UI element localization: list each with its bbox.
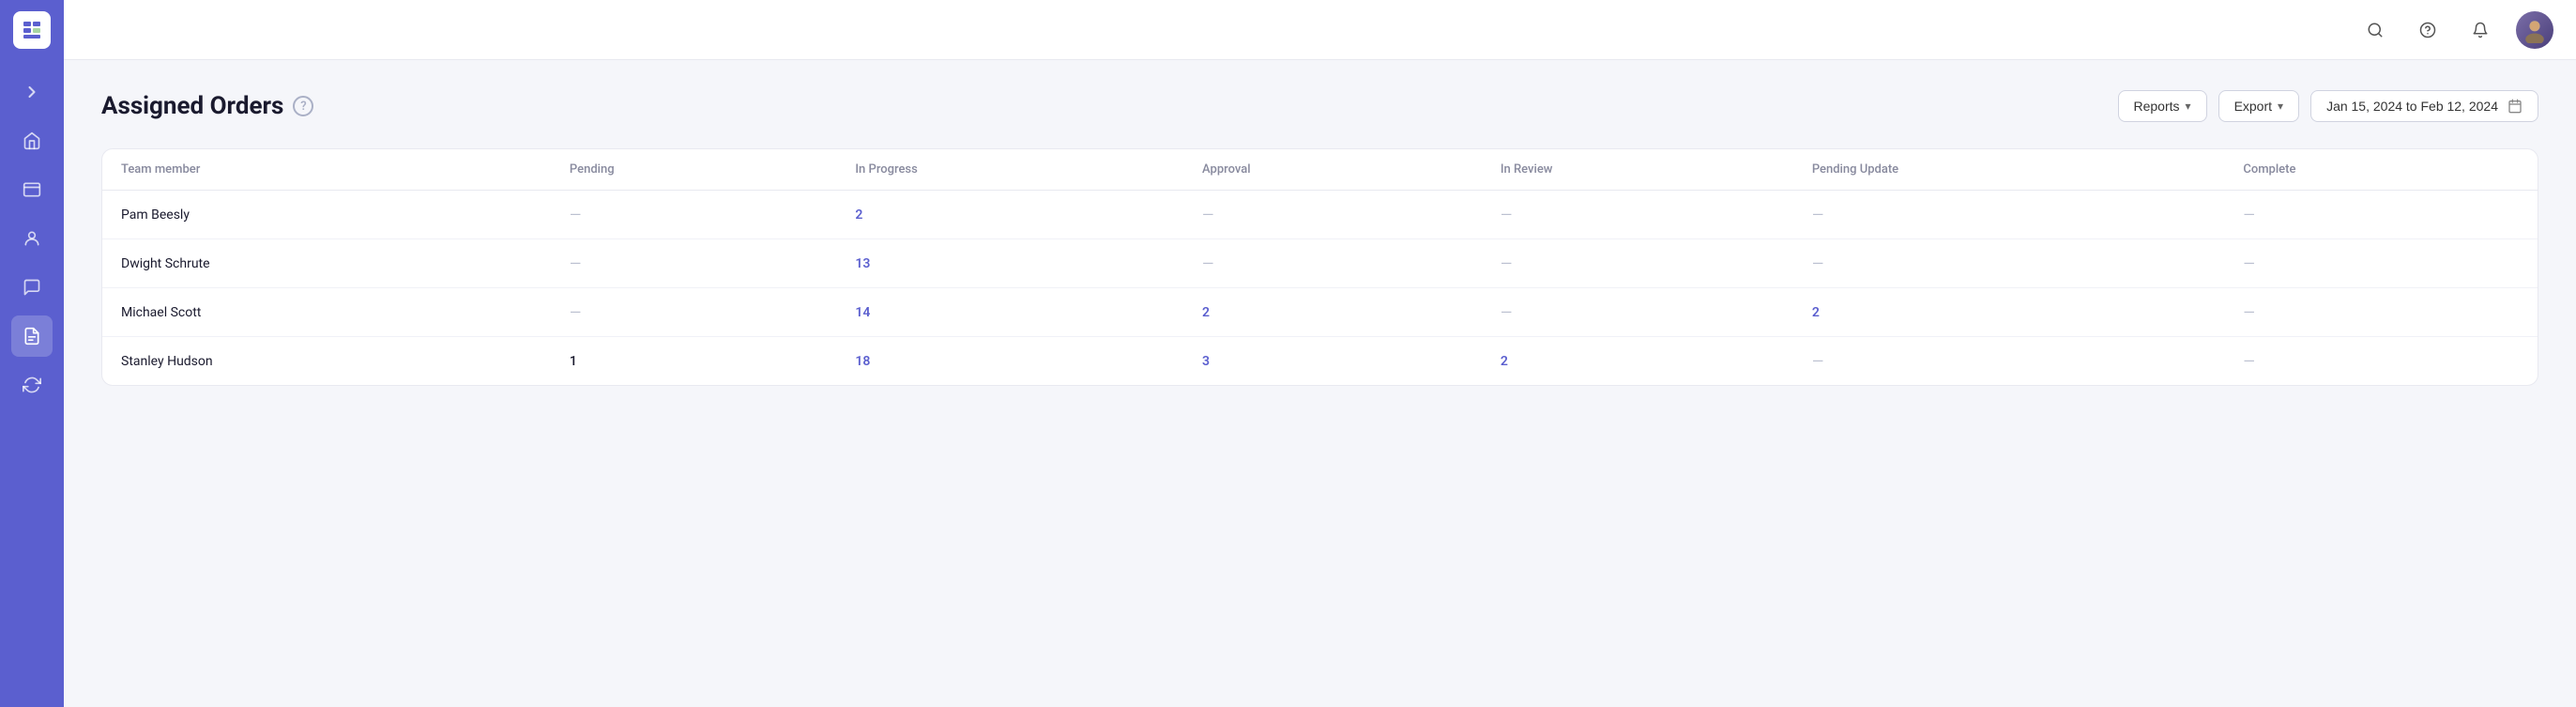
header-actions: Reports ▾ Export ▾ Jan 15, 2024 to Feb 1…: [2118, 90, 2539, 122]
cell-in_review: —: [1482, 288, 1793, 337]
cell-pending_update: —: [1793, 337, 2225, 386]
calendar-icon: [2507, 99, 2523, 114]
cell-link-value[interactable]: 18: [855, 354, 870, 369]
sidebar-item-documents[interactable]: [11, 315, 53, 357]
sidebar-item-home[interactable]: [11, 120, 53, 161]
dash-icon: —: [1501, 254, 1513, 272]
search-button[interactable]: [2358, 13, 2392, 47]
table-row: Stanley Hudson 1 18 3 2 — —: [102, 337, 2538, 386]
dash-icon: —: [570, 254, 582, 272]
dash-icon: —: [1812, 254, 1824, 272]
col-team-member: Team member: [102, 149, 551, 191]
content-area: Assigned Orders ? Reports ▾ Export ▾ Jan…: [64, 60, 2576, 707]
col-approval: Approval: [1183, 149, 1482, 191]
topbar: [64, 0, 2576, 60]
dash-icon: —: [2243, 352, 2255, 370]
sidebar: [0, 0, 64, 707]
col-pending: Pending: [551, 149, 836, 191]
cell-link-value[interactable]: 3: [1202, 354, 1210, 369]
cell-link-value[interactable]: 13: [855, 256, 870, 271]
cell-in_progress[interactable]: 13: [836, 239, 1183, 288]
sidebar-item-navigate[interactable]: [11, 71, 53, 113]
page-header: Assigned Orders ? Reports ▾ Export ▾ Jan…: [101, 90, 2538, 122]
dash-icon: —: [1202, 206, 1214, 223]
sidebar-item-refresh[interactable]: [11, 364, 53, 406]
cell-link-value[interactable]: 2: [1202, 305, 1210, 320]
notifications-button[interactable]: [2463, 13, 2497, 47]
title-group: Assigned Orders ?: [101, 92, 313, 120]
cell-team-member: Pam Beesly: [102, 191, 551, 239]
col-in-review: In Review: [1482, 149, 1793, 191]
help-button[interactable]: [2411, 13, 2445, 47]
cell-in_progress[interactable]: 18: [836, 337, 1183, 386]
reports-chevron-icon: ▾: [2186, 100, 2191, 113]
user-avatar[interactable]: [2516, 11, 2553, 49]
cell-link-value[interactable]: 14: [855, 305, 870, 320]
assigned-orders-table: Team member Pending In Progress Approval…: [101, 148, 2538, 386]
cell-link-value[interactable]: 2: [855, 207, 862, 223]
col-complete: Complete: [2224, 149, 2538, 191]
col-in-progress: In Progress: [836, 149, 1183, 191]
cell-link-value[interactable]: 2: [1501, 354, 1508, 369]
sidebar-item-users[interactable]: [11, 218, 53, 259]
cell-pending_update[interactable]: 2: [1793, 288, 2225, 337]
page-title: Assigned Orders: [101, 92, 283, 120]
cell-in_review[interactable]: 2: [1482, 337, 1793, 386]
dash-icon: —: [570, 303, 582, 321]
cell-in_review: —: [1482, 239, 1793, 288]
dash-icon: —: [2243, 254, 2255, 272]
cell-pending_update: —: [1793, 239, 2225, 288]
table-row: Michael Scott — 14 2 — 2 —: [102, 288, 2538, 337]
date-range-picker[interactable]: Jan 15, 2024 to Feb 12, 2024: [2310, 90, 2538, 122]
cell-approval[interactable]: 2: [1183, 288, 1482, 337]
dash-icon: —: [1812, 352, 1824, 370]
dash-icon: —: [1501, 206, 1513, 223]
cell-pending: —: [551, 191, 836, 239]
cell-pending: —: [551, 239, 836, 288]
dash-icon: —: [2243, 206, 2255, 223]
dash-icon: —: [1202, 254, 1214, 272]
cell-link-value[interactable]: 2: [1812, 305, 1820, 320]
cell-team-member: Dwight Schrute: [102, 239, 551, 288]
dash-icon: —: [570, 206, 582, 223]
cell-in_review: —: [1482, 191, 1793, 239]
dash-icon: —: [1812, 206, 1824, 223]
cell-pending_update: —: [1793, 191, 2225, 239]
cell-team-member: Stanley Hudson: [102, 337, 551, 386]
dash-icon: —: [1501, 303, 1513, 321]
export-chevron-icon: ▾: [2278, 100, 2283, 113]
cell-complete: —: [2224, 191, 2538, 239]
cell-value: 1: [570, 354, 577, 369]
cell-approval: —: [1183, 239, 1482, 288]
cell-in_progress[interactable]: 2: [836, 191, 1183, 239]
sidebar-item-inbox[interactable]: [11, 169, 53, 210]
table-row: Pam Beesly — 2 — — — —: [102, 191, 2538, 239]
table-row: Dwight Schrute — 13 — — — —: [102, 239, 2538, 288]
cell-complete: —: [2224, 337, 2538, 386]
cell-complete: —: [2224, 288, 2538, 337]
cell-complete: —: [2224, 239, 2538, 288]
main-area: Assigned Orders ? Reports ▾ Export ▾ Jan…: [64, 0, 2576, 707]
cell-in_progress[interactable]: 14: [836, 288, 1183, 337]
cell-pending: 1: [551, 337, 836, 386]
reports-dropdown[interactable]: Reports ▾: [2118, 90, 2207, 122]
table-header: Team member Pending In Progress Approval…: [102, 149, 2538, 191]
dash-icon: —: [2243, 303, 2255, 321]
cell-pending: —: [551, 288, 836, 337]
export-dropdown[interactable]: Export ▾: [2218, 90, 2300, 122]
table-body: Pam Beesly—2————Dwight Schrute—13————Mic…: [102, 191, 2538, 386]
app-logo[interactable]: [13, 11, 51, 49]
title-help-icon[interactable]: ?: [293, 96, 313, 116]
cell-approval: —: [1183, 191, 1482, 239]
col-pending-update: Pending Update: [1793, 149, 2225, 191]
cell-approval[interactable]: 3: [1183, 337, 1482, 386]
cell-team-member: Michael Scott: [102, 288, 551, 337]
sidebar-item-chat[interactable]: [11, 267, 53, 308]
